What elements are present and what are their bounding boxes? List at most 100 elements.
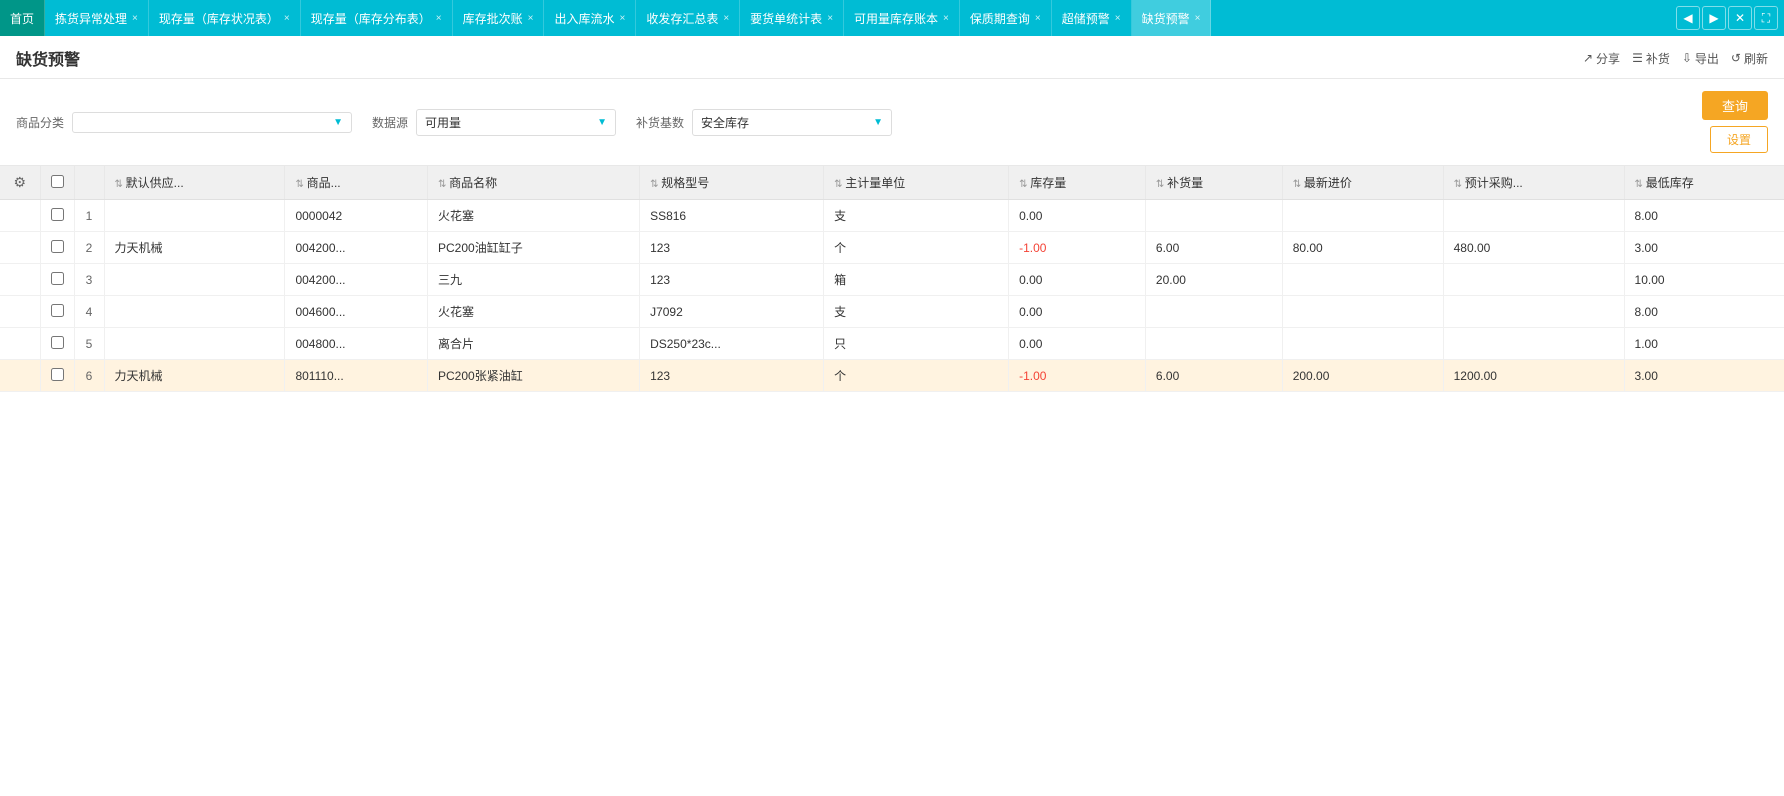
th-restock-qty[interactable]: 补货量 [1145,166,1282,200]
table-row: 4 004600... 火花塞 J7092 支 0.00 8.00 [0,296,1784,328]
share-btn[interactable]: ↗ 分享 [1583,50,1620,67]
row-restock-qty-0 [1145,200,1282,232]
row-restock-qty-2: 20.00 [1145,264,1282,296]
row-checkbox-2[interactable] [51,272,64,285]
row-name-2: 三九 [428,264,640,296]
nav-tab-overstock-warn[interactable]: 超储预警 × [1052,0,1132,36]
th-settings[interactable]: ⚙ [0,166,40,200]
th-latest-price[interactable]: 最新进价 [1282,166,1443,200]
row-min-stock-4: 1.00 [1624,328,1784,360]
row-restock-qty-4 [1145,328,1282,360]
nav-tab-order-stats[interactable]: 要货单统计表 × [740,0,844,36]
restock-base-label: 补货基数 [636,114,684,131]
restock-base-select[interactable]: 安全库存 ▼ [692,109,892,136]
nav-fullscreen-btn[interactable]: ⛶ [1754,6,1778,30]
row-checkbox-cell[interactable] [40,296,74,328]
header-actions: ↗ 分享 ☰ 补货 ⇩ 导出 ↺ 刷新 [1583,50,1768,67]
stock-dist-label: 现存量（库存分布表） [311,10,431,27]
table-row: 3 004200... 三九 123 箱 0.00 20.00 10.00 [0,264,1784,296]
close-order-stats[interactable]: × [827,13,833,24]
close-recv-summary[interactable]: × [723,13,729,24]
nav-close-btn[interactable]: ✕ [1728,6,1752,30]
refresh-label: 刷新 [1744,50,1768,67]
category-select[interactable]: ▼ [72,112,352,133]
th-product-code[interactable]: 商品... [285,166,428,200]
setting-button[interactable]: 设置 [1710,126,1768,153]
row-latest-price-5: 200.00 [1282,360,1443,392]
row-checkbox-5[interactable] [51,368,64,381]
nav-tab-available-book[interactable]: 可用量库存账本 × [844,0,960,36]
refresh-btn[interactable]: ↺ 刷新 [1731,50,1768,67]
th-product-name[interactable]: 商品名称 [428,166,640,200]
row-restock-qty-3 [1145,296,1282,328]
row-unit-3: 支 [824,296,1009,328]
row-checkbox-cell[interactable] [40,200,74,232]
row-checkbox-1[interactable] [51,240,64,253]
table-row: 5 004800... 离合片 DS250*23c... 只 0.00 1.00 [0,328,1784,360]
row-checkbox-4[interactable] [51,336,64,349]
close-stock-status[interactable]: × [284,13,290,24]
row-stock-2: 0.00 [1009,264,1146,296]
th-stock[interactable]: 库存量 [1009,166,1146,200]
nav-tab-stock-status[interactable]: 现存量（库存状况表） × [149,0,301,36]
data-table: ⚙ 默认供应... 商品... 商品名称 规格型号 主计量单位 库存量 补货量 … [0,166,1784,392]
close-available-book[interactable]: × [943,13,949,24]
row-latest-price-1: 80.00 [1282,232,1443,264]
row-estimated-purchase-4 [1443,328,1624,360]
nav-tab-inout-flow[interactable]: 出入库流水 × [544,0,636,36]
close-stock-batch[interactable]: × [528,13,534,24]
th-default-supplier[interactable]: 默认供应... [104,166,285,200]
row-settings-cell [0,264,40,296]
stock-batch-label: 库存批次账 [463,10,523,27]
row-checkbox-cell[interactable] [40,328,74,360]
restock-icon: ☰ [1632,51,1643,65]
category-dropdown-arrow: ▼ [333,117,343,128]
row-name-1: PC200油缸缸子 [428,232,640,264]
export-btn[interactable]: ⇩ 导出 [1682,50,1719,67]
restock-btn[interactable]: ☰ 补货 [1632,50,1670,67]
close-shortage-warn[interactable]: × [1195,13,1201,24]
close-stock-dist[interactable]: × [436,13,442,24]
datasource-value: 可用量 [425,114,461,131]
row-settings-cell [0,328,40,360]
row-unit-2: 箱 [824,264,1009,296]
row-supplier-5: 力天机械 [104,360,285,392]
table-row: 2 力天机械 004200... PC200油缸缸子 123 个 -1.00 6… [0,232,1784,264]
close-expiry-query[interactable]: × [1035,13,1041,24]
nav-tab-expiry-query[interactable]: 保质期查询 × [960,0,1052,36]
th-unit[interactable]: 主计量单位 [824,166,1009,200]
row-supplier-3 [104,296,285,328]
row-checkbox-0[interactable] [51,208,64,221]
row-checkbox-3[interactable] [51,304,64,317]
settings-gear-icon[interactable]: ⚙ [13,174,26,190]
th-spec[interactable]: 规格型号 [640,166,824,200]
nav-controls: ◀ ▶ ✕ ⛶ [1670,6,1784,30]
th-estimated-purchase[interactable]: 预计采购... [1443,166,1624,200]
restock-label: 补货 [1646,50,1670,67]
nav-tab-stock-dist[interactable]: 现存量（库存分布表） × [301,0,453,36]
nav-tab-stock-batch[interactable]: 库存批次账 × [453,0,545,36]
row-estimated-purchase-3 [1443,296,1624,328]
select-all-checkbox[interactable] [51,175,64,188]
close-inout-flow[interactable]: × [619,13,625,24]
row-checkbox-cell[interactable] [40,264,74,296]
row-stock-1: -1.00 [1009,232,1146,264]
nav-prev-btn[interactable]: ◀ [1676,6,1700,30]
page-title: 缺货预警 [16,46,80,70]
row-checkbox-cell[interactable] [40,360,74,392]
nav-next-btn[interactable]: ▶ [1702,6,1726,30]
close-pick-error[interactable]: × [132,13,138,24]
nav-tab-shortage-warn[interactable]: 缺货预警 × [1132,0,1212,36]
nav-tab-recv-summary[interactable]: 收发存汇总表 × [636,0,740,36]
row-estimated-purchase-1: 480.00 [1443,232,1624,264]
stock-status-label: 现存量（库存状况表） [159,10,279,27]
th-min-stock[interactable]: 最低库存 [1624,166,1784,200]
row-num-1: 2 [74,232,104,264]
nav-tab-home[interactable]: 首页 [0,0,45,36]
query-button[interactable]: 查询 [1702,91,1768,120]
datasource-select[interactable]: 可用量 ▼ [416,109,616,136]
row-checkbox-cell[interactable] [40,232,74,264]
row-latest-price-0 [1282,200,1443,232]
close-overstock-warn[interactable]: × [1115,13,1121,24]
nav-tab-pick-error[interactable]: 拣货异常处理 × [45,0,149,36]
